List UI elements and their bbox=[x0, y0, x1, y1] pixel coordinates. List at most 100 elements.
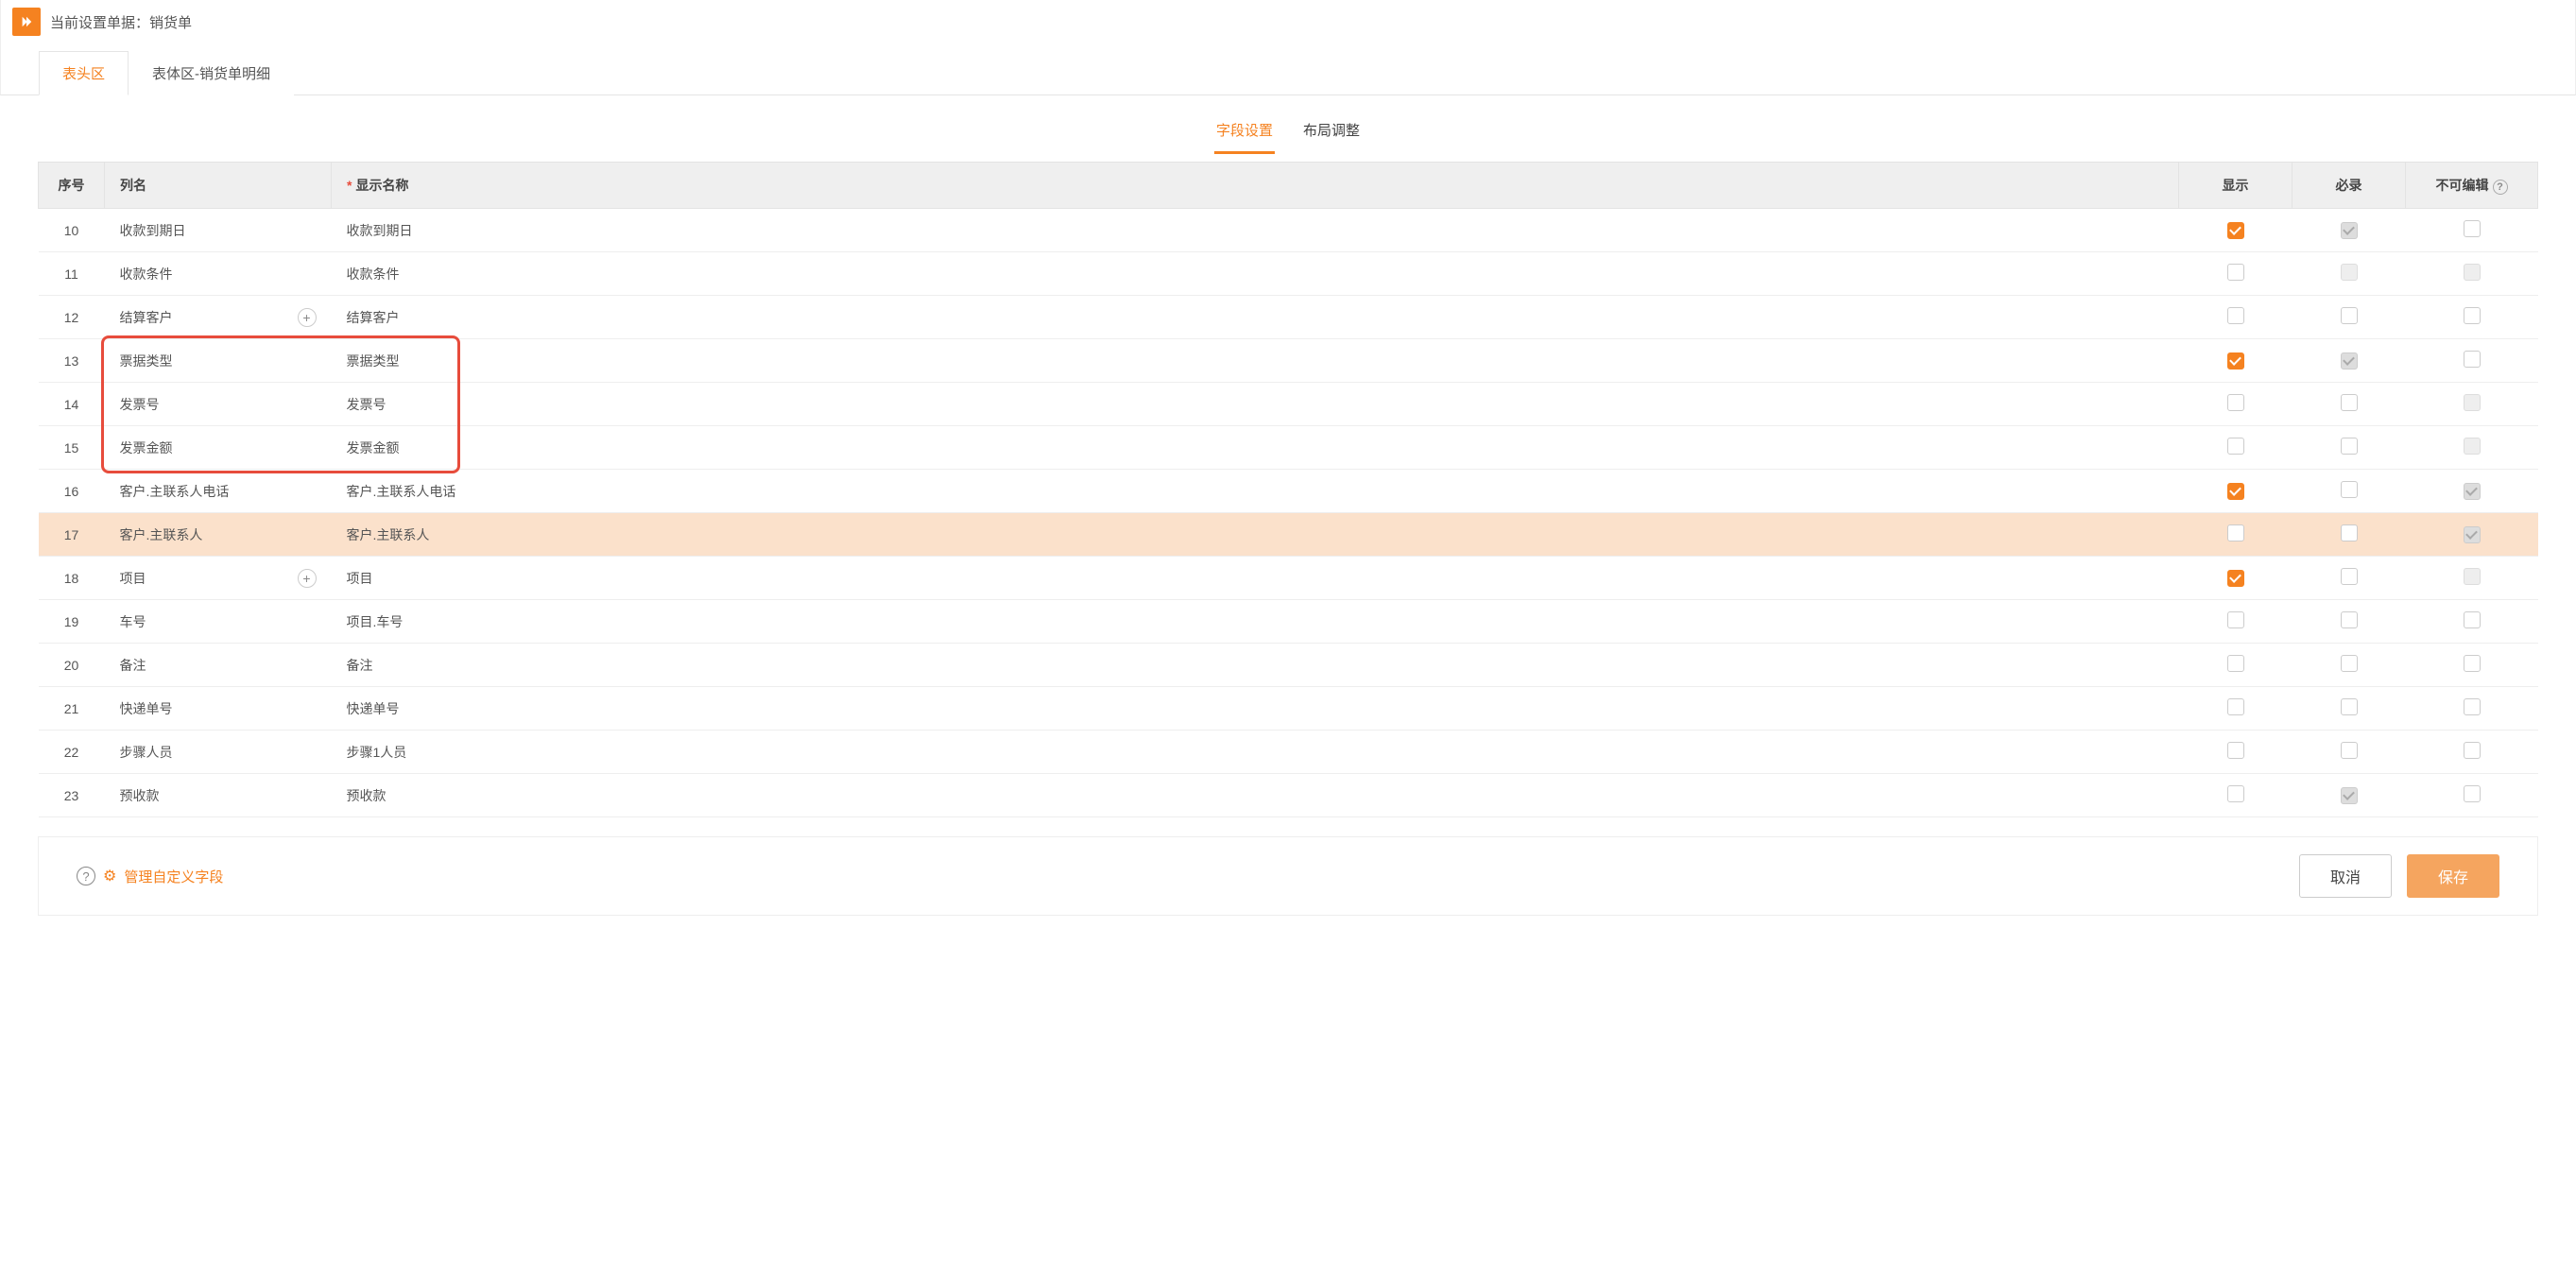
cell-required bbox=[2293, 557, 2406, 600]
tab-sub-0[interactable]: 字段设置 bbox=[1214, 114, 1275, 154]
checkbox-readonly[interactable] bbox=[2464, 785, 2481, 802]
cell-seq: 14 bbox=[39, 383, 105, 426]
cell-display-name[interactable]: 预收款 bbox=[332, 774, 2179, 817]
cell-display-name[interactable]: 客户.主联系人 bbox=[332, 513, 2179, 557]
checkbox-show[interactable] bbox=[2227, 222, 2244, 239]
checkbox-required[interactable] bbox=[2341, 742, 2358, 759]
checkbox-show[interactable] bbox=[2227, 698, 2244, 715]
checkbox-readonly bbox=[2464, 568, 2481, 585]
col-header-name: 列名 bbox=[105, 163, 332, 209]
checkbox-show[interactable] bbox=[2227, 611, 2244, 628]
checkbox-readonly[interactable] bbox=[2464, 220, 2481, 237]
table-row: 19车号项目.车号 bbox=[39, 600, 2538, 644]
cell-seq: 17 bbox=[39, 513, 105, 557]
cell-readonly bbox=[2406, 557, 2538, 600]
checkbox-readonly bbox=[2464, 438, 2481, 455]
checkbox-show[interactable] bbox=[2227, 570, 2244, 587]
checkbox-show[interactable] bbox=[2227, 785, 2244, 802]
checkbox-readonly[interactable] bbox=[2464, 611, 2481, 628]
checkbox-show[interactable] bbox=[2227, 264, 2244, 281]
checkbox-required[interactable] bbox=[2341, 655, 2358, 672]
manage-custom-fields-link[interactable]: 管理自定义字段 bbox=[124, 867, 223, 886]
col-header-required: 必录 bbox=[2293, 163, 2406, 209]
cell-readonly bbox=[2406, 252, 2538, 296]
cell-display-name[interactable]: 结算客户 bbox=[332, 296, 2179, 339]
checkbox-required[interactable] bbox=[2341, 394, 2358, 411]
table-row: 18项目+项目 bbox=[39, 557, 2538, 600]
checkbox-show[interactable] bbox=[2227, 352, 2244, 370]
tab-main-0[interactable]: 表头区 bbox=[39, 51, 129, 95]
cell-display-name[interactable]: 收款条件 bbox=[332, 252, 2179, 296]
expand-panel-button[interactable] bbox=[12, 8, 41, 36]
cell-seq: 18 bbox=[39, 557, 105, 600]
cell-display-name[interactable]: 项目.车号 bbox=[332, 600, 2179, 644]
checkbox-show[interactable] bbox=[2227, 483, 2244, 500]
cell-required bbox=[2293, 252, 2406, 296]
checkbox-show[interactable] bbox=[2227, 438, 2244, 455]
checkbox-required[interactable] bbox=[2341, 307, 2358, 324]
checkbox-show[interactable] bbox=[2227, 394, 2244, 411]
checkbox-required[interactable] bbox=[2341, 698, 2358, 715]
top-bar: 当前设置单据：销货单 bbox=[0, 0, 2576, 51]
cell-required bbox=[2293, 513, 2406, 557]
checkbox-show[interactable] bbox=[2227, 655, 2244, 672]
cell-display-name[interactable]: 发票号 bbox=[332, 383, 2179, 426]
cell-name: 发票号 bbox=[105, 383, 332, 426]
checkbox-readonly[interactable] bbox=[2464, 655, 2481, 672]
tab-sub-1[interactable]: 布局调整 bbox=[1301, 114, 1362, 154]
cell-show bbox=[2179, 557, 2293, 600]
checkbox-readonly[interactable] bbox=[2464, 351, 2481, 368]
tab-main-1[interactable]: 表体区-销货单明细 bbox=[129, 51, 294, 95]
help-icon[interactable]: ? bbox=[2493, 180, 2508, 195]
cell-seq: 23 bbox=[39, 774, 105, 817]
cell-name: 步骤人员 bbox=[105, 731, 332, 774]
cell-show bbox=[2179, 600, 2293, 644]
table-row: 12结算客户+结算客户 bbox=[39, 296, 2538, 339]
checkbox-readonly bbox=[2464, 526, 2481, 543]
table-row: 14发票号发票号 bbox=[39, 383, 2538, 426]
checkbox-show[interactable] bbox=[2227, 524, 2244, 541]
checkbox-required[interactable] bbox=[2341, 524, 2358, 541]
cell-display-name[interactable]: 备注 bbox=[332, 644, 2179, 687]
cell-show bbox=[2179, 644, 2293, 687]
cell-name: 预收款 bbox=[105, 774, 332, 817]
help-icon[interactable]: ? bbox=[77, 867, 95, 885]
cell-display-name[interactable]: 票据类型 bbox=[332, 339, 2179, 383]
cell-display-name[interactable]: 项目 bbox=[332, 557, 2179, 600]
add-child-button[interactable]: + bbox=[298, 308, 317, 327]
cell-display-name[interactable]: 收款到期日 bbox=[332, 209, 2179, 252]
checkbox-required[interactable] bbox=[2341, 611, 2358, 628]
checkbox-readonly[interactable] bbox=[2464, 742, 2481, 759]
cell-seq: 20 bbox=[39, 644, 105, 687]
cell-display-name[interactable]: 发票金额 bbox=[332, 426, 2179, 470]
cell-readonly bbox=[2406, 731, 2538, 774]
checkbox-required[interactable] bbox=[2341, 568, 2358, 585]
cancel-button[interactable]: 取消 bbox=[2299, 854, 2392, 898]
checkbox-required bbox=[2341, 787, 2358, 804]
col-header-readonly: 不可编辑? bbox=[2406, 163, 2538, 209]
gear-icon: ⚙ bbox=[103, 867, 116, 885]
checkbox-readonly[interactable] bbox=[2464, 698, 2481, 715]
checkbox-required[interactable] bbox=[2341, 481, 2358, 498]
cell-display-name[interactable]: 客户.主联系人电话 bbox=[332, 470, 2179, 513]
cell-readonly bbox=[2406, 470, 2538, 513]
cell-required bbox=[2293, 644, 2406, 687]
cell-show bbox=[2179, 296, 2293, 339]
add-child-button[interactable]: + bbox=[298, 569, 317, 588]
page-title: 当前设置单据：销货单 bbox=[50, 12, 192, 32]
cell-required bbox=[2293, 470, 2406, 513]
table-row: 23预收款预收款 bbox=[39, 774, 2538, 817]
checkbox-required[interactable] bbox=[2341, 438, 2358, 455]
cell-readonly bbox=[2406, 774, 2538, 817]
cell-readonly bbox=[2406, 687, 2538, 731]
save-button[interactable]: 保存 bbox=[2407, 854, 2499, 898]
cell-show bbox=[2179, 774, 2293, 817]
checkbox-readonly[interactable] bbox=[2464, 307, 2481, 324]
table-row: 20备注备注 bbox=[39, 644, 2538, 687]
cell-display-name[interactable]: 快递单号 bbox=[332, 687, 2179, 731]
cell-display-name[interactable]: 步骤1人员 bbox=[332, 731, 2179, 774]
cell-show bbox=[2179, 339, 2293, 383]
checkbox-show[interactable] bbox=[2227, 307, 2244, 324]
checkbox-show[interactable] bbox=[2227, 742, 2244, 759]
cell-seq: 10 bbox=[39, 209, 105, 252]
